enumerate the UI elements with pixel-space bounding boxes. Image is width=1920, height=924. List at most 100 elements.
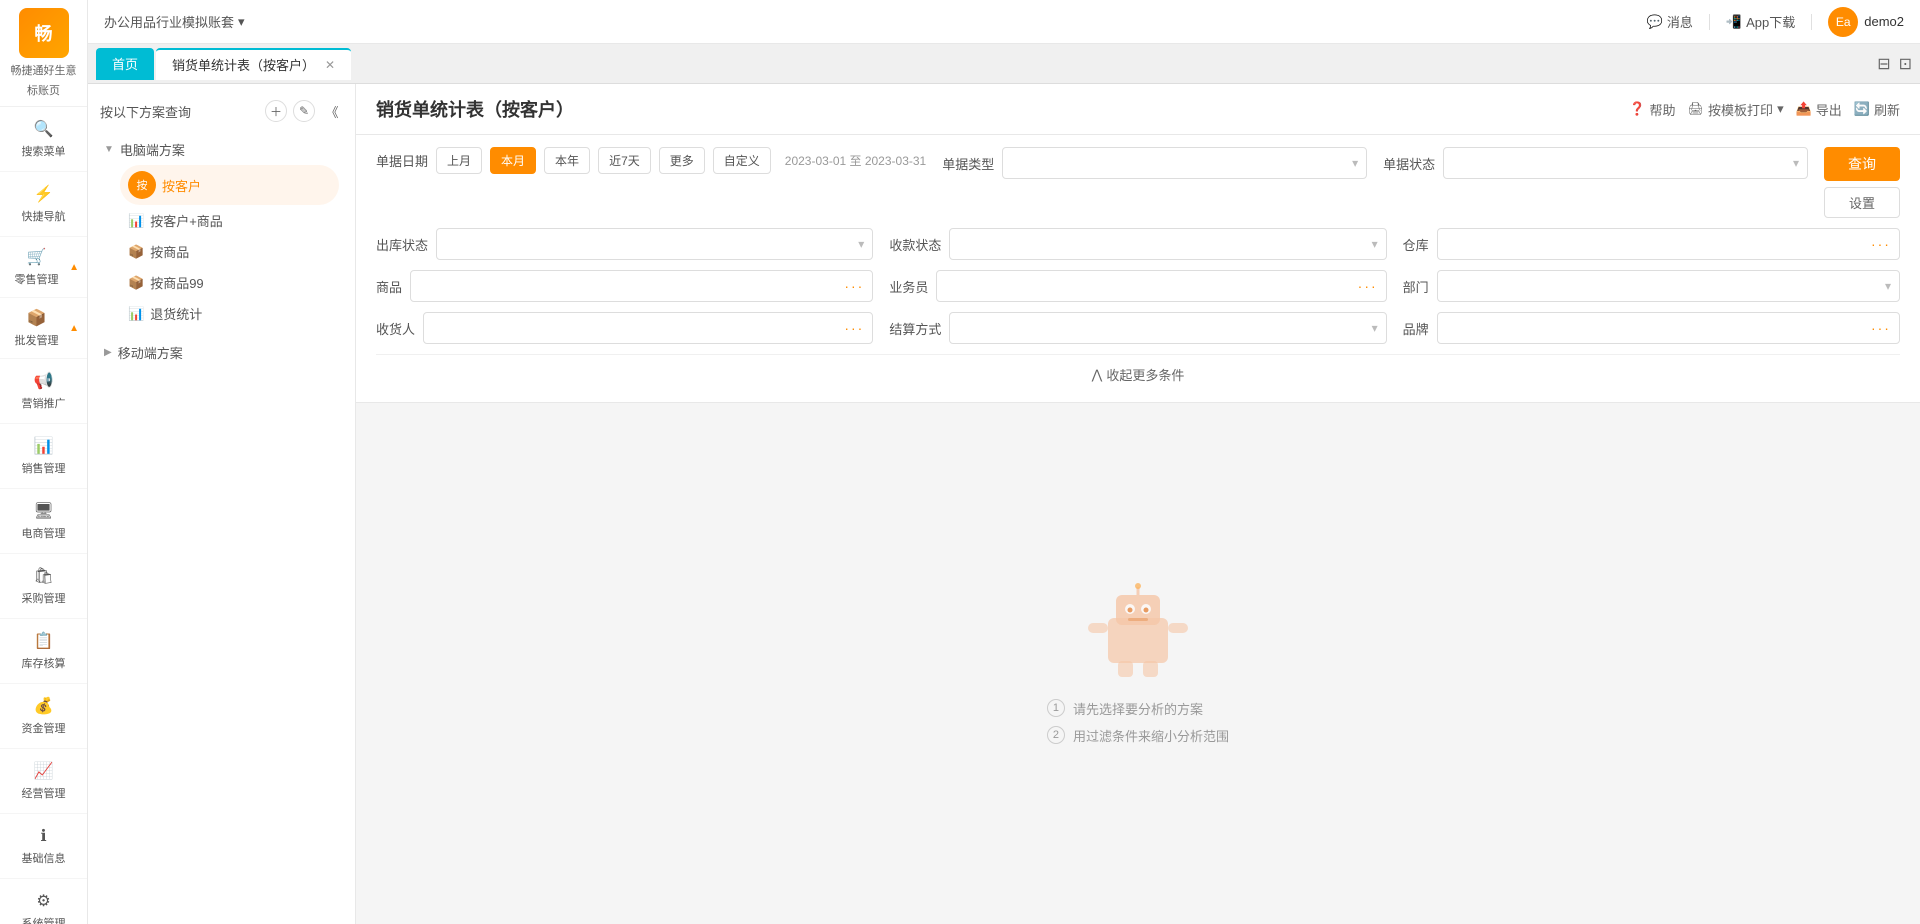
sidebar-item-inventory[interactable]: 📋 库存核算: [0, 619, 87, 684]
tab-close-button[interactable]: ✕: [325, 58, 335, 72]
content-area: 按以下方案查询 ＋ ✎ 《 ▼ 电脑端方案 按: [88, 84, 1920, 924]
scheme-item-by-customer-product[interactable]: 📊 按客户+商品: [120, 205, 339, 236]
order-status-input[interactable]: ▾: [1443, 147, 1808, 179]
filter-section: 单据日期 上月 本月 本年 近7天 更多 自定义 2023-03-01 至 20…: [356, 135, 1920, 403]
filter-row-1: 单据日期 上月 本月 本年 近7天 更多 自定义 2023-03-01 至 20…: [376, 147, 1900, 218]
sidebar-item-search[interactable]: 🔍 搜索菜单: [0, 107, 87, 172]
tip-2-text: 用过滤条件来缩小分析范围: [1073, 726, 1229, 745]
scheme-item-label: 按客户+商品: [150, 211, 223, 230]
print-icon: 🖨: [1688, 101, 1705, 117]
help-button[interactable]: ❓ 帮助: [1629, 100, 1675, 119]
sidebar-item-system[interactable]: ⚙ 系统管理: [0, 879, 87, 924]
help-icon: ❓: [1629, 101, 1645, 117]
settle-method-input[interactable]: ▾: [949, 312, 1386, 344]
sidebar-item-basic-info[interactable]: ℹ 基础信息: [0, 814, 87, 879]
department-input[interactable]: ▾: [1437, 270, 1900, 302]
date-btn-custom[interactable]: 自定义: [713, 147, 771, 174]
scheme-item-label: 按商品99: [150, 273, 203, 292]
app-download-icon: 📲: [1726, 14, 1742, 30]
order-status-group: 单据状态 ▾: [1383, 147, 1808, 179]
date-btn-last-month[interactable]: 上月: [436, 147, 482, 174]
scheme-item-by-product[interactable]: 📦 按商品: [120, 236, 339, 267]
salesperson-input[interactable]: ···: [936, 270, 1386, 302]
sidebar-item-label: 搜索菜单: [22, 143, 66, 159]
date-btn-this-year[interactable]: 本年: [544, 147, 590, 174]
warehouse-more-icon: ···: [1871, 236, 1891, 252]
tab-home-label: 首页: [112, 54, 138, 73]
receipt-status-input[interactable]: ▾: [949, 228, 1386, 260]
refresh-icon: 🔄: [1854, 101, 1870, 117]
sidebar: 畅 畅捷通好生意 标账页 🔍 搜索菜单 ⚡ 快捷导航 🛒 零售管理 ▲ 📦 批发…: [0, 0, 88, 924]
collapse-button[interactable]: ⋀ 收起更多条件: [1092, 359, 1185, 390]
warehouse-label: 仓库: [1403, 235, 1429, 254]
order-status-label: 单据状态: [1383, 154, 1435, 173]
account-selector[interactable]: 办公用品行业模拟账套 ▾: [104, 12, 245, 31]
product-more-icon: ···: [844, 278, 864, 294]
sidebar-item-finance[interactable]: 💰 资金管理: [0, 684, 87, 749]
user-profile[interactable]: Ea demo2: [1828, 7, 1904, 37]
header-right: 💬 消息 📲 App下载 Ea demo2: [1647, 7, 1904, 37]
filter-row-4: 收货人 ··· 结算方式 ▾ 品牌: [376, 312, 1900, 344]
sidebar-item-ecom[interactable]: 🖥 电商管理: [0, 489, 87, 554]
tab-home[interactable]: 首页: [96, 48, 154, 80]
page-title: 销货单统计表（按客户）: [376, 96, 574, 122]
scheme-category-desktop: ▼ 电脑端方案 按 按客户 📊 按客户+商品: [88, 130, 355, 333]
warehouse-group: 仓库 ···: [1403, 228, 1900, 260]
brand-group: 品牌 ···: [1403, 312, 1900, 344]
sidebar-item-quick-nav[interactable]: ⚡ 快捷导航: [0, 172, 87, 237]
sidebar-item-purchase[interactable]: 🛍 采购管理: [0, 554, 87, 619]
scheme-add-button[interactable]: ＋: [265, 100, 287, 122]
settings-button[interactable]: 设置: [1824, 187, 1900, 218]
receiver-input[interactable]: ···: [423, 312, 873, 344]
brand-input[interactable]: ···: [1437, 312, 1900, 344]
wholesale-arrow-icon: ▲: [69, 323, 79, 334]
logo-icon: 畅: [19, 8, 69, 58]
product-group: 商品 ···: [376, 270, 873, 302]
sidebar-item-marketing[interactable]: 📢 营销推广: [0, 359, 87, 424]
out-status-input[interactable]: ▾: [436, 228, 873, 260]
scheme-category-mobile-arrow: ▶: [104, 347, 112, 358]
department-chevron-icon: ▾: [1885, 279, 1891, 293]
refresh-label: 刷新: [1874, 100, 1900, 119]
scheme-category-desktop-header[interactable]: ▼ 电脑端方案: [100, 134, 343, 165]
order-type-input[interactable]: ▾: [1002, 147, 1367, 179]
product-input[interactable]: ···: [410, 270, 873, 302]
refresh-button[interactable]: 🔄 刷新: [1854, 100, 1900, 119]
scheme-collapse-button[interactable]: 《: [321, 100, 343, 122]
scheme-edit-button[interactable]: ✎: [293, 100, 315, 122]
sidebar-item-label: 零售管理: [15, 271, 59, 287]
marketing-icon: 📢: [34, 371, 54, 391]
sidebar-item-wholesale[interactable]: 📦 批发管理 ▲: [0, 298, 87, 359]
scheme-item-by-customer[interactable]: 按 按客户: [120, 165, 339, 205]
tab-minimize-button[interactable]: ⊟: [1877, 54, 1890, 74]
message-button[interactable]: 💬 消息: [1647, 12, 1693, 31]
warehouse-input[interactable]: ···: [1437, 228, 1900, 260]
template-print-label: 按模板打印: [1708, 100, 1773, 119]
app-download-button[interactable]: 📲 App下载: [1726, 12, 1795, 31]
sidebar-item-retail[interactable]: 🛒 零售管理 ▲: [0, 237, 87, 298]
scheme-item-by-product99[interactable]: 📦 按商品99: [120, 267, 339, 298]
query-button[interactable]: 查询: [1824, 147, 1900, 181]
sidebar-item-operations[interactable]: 📈 经营管理: [0, 749, 87, 814]
salesperson-label: 业务员: [889, 277, 928, 296]
scheme-panel-actions: ＋ ✎ 《: [265, 100, 343, 122]
export-button[interactable]: 📤 导出: [1796, 100, 1842, 119]
salesperson-more-icon: ···: [1358, 278, 1378, 294]
out-status-chevron-icon: ▾: [858, 237, 864, 251]
return-stat-icon: 📊: [128, 306, 144, 322]
sidebar-item-sales-mgmt[interactable]: 📊 销售管理: [0, 424, 87, 489]
date-btn-more[interactable]: 更多: [659, 147, 705, 174]
receipt-status-chevron-icon: ▾: [1372, 237, 1378, 251]
template-print-button[interactable]: 🖨 按模板打印 ▾: [1688, 100, 1784, 119]
tab-sales-stat[interactable]: 销货单统计表（按客户） ✕: [156, 48, 351, 80]
filter-action-buttons: 查询 设置: [1824, 147, 1900, 218]
scheme-category-mobile-header[interactable]: ▶ 移动端方案: [100, 337, 343, 368]
by-customer-product-icon: 📊: [128, 213, 144, 229]
date-btn-7days[interactable]: 近7天: [598, 147, 651, 174]
by-product-icon: 📦: [128, 244, 144, 260]
scheme-item-label: 按商品: [150, 242, 189, 261]
tab-expand-button[interactable]: ⊡: [1899, 54, 1912, 74]
date-btn-this-month[interactable]: 本月: [490, 147, 536, 174]
order-type-label: 单据类型: [942, 154, 994, 173]
scheme-item-return-stat[interactable]: 📊 退货统计: [120, 298, 339, 329]
